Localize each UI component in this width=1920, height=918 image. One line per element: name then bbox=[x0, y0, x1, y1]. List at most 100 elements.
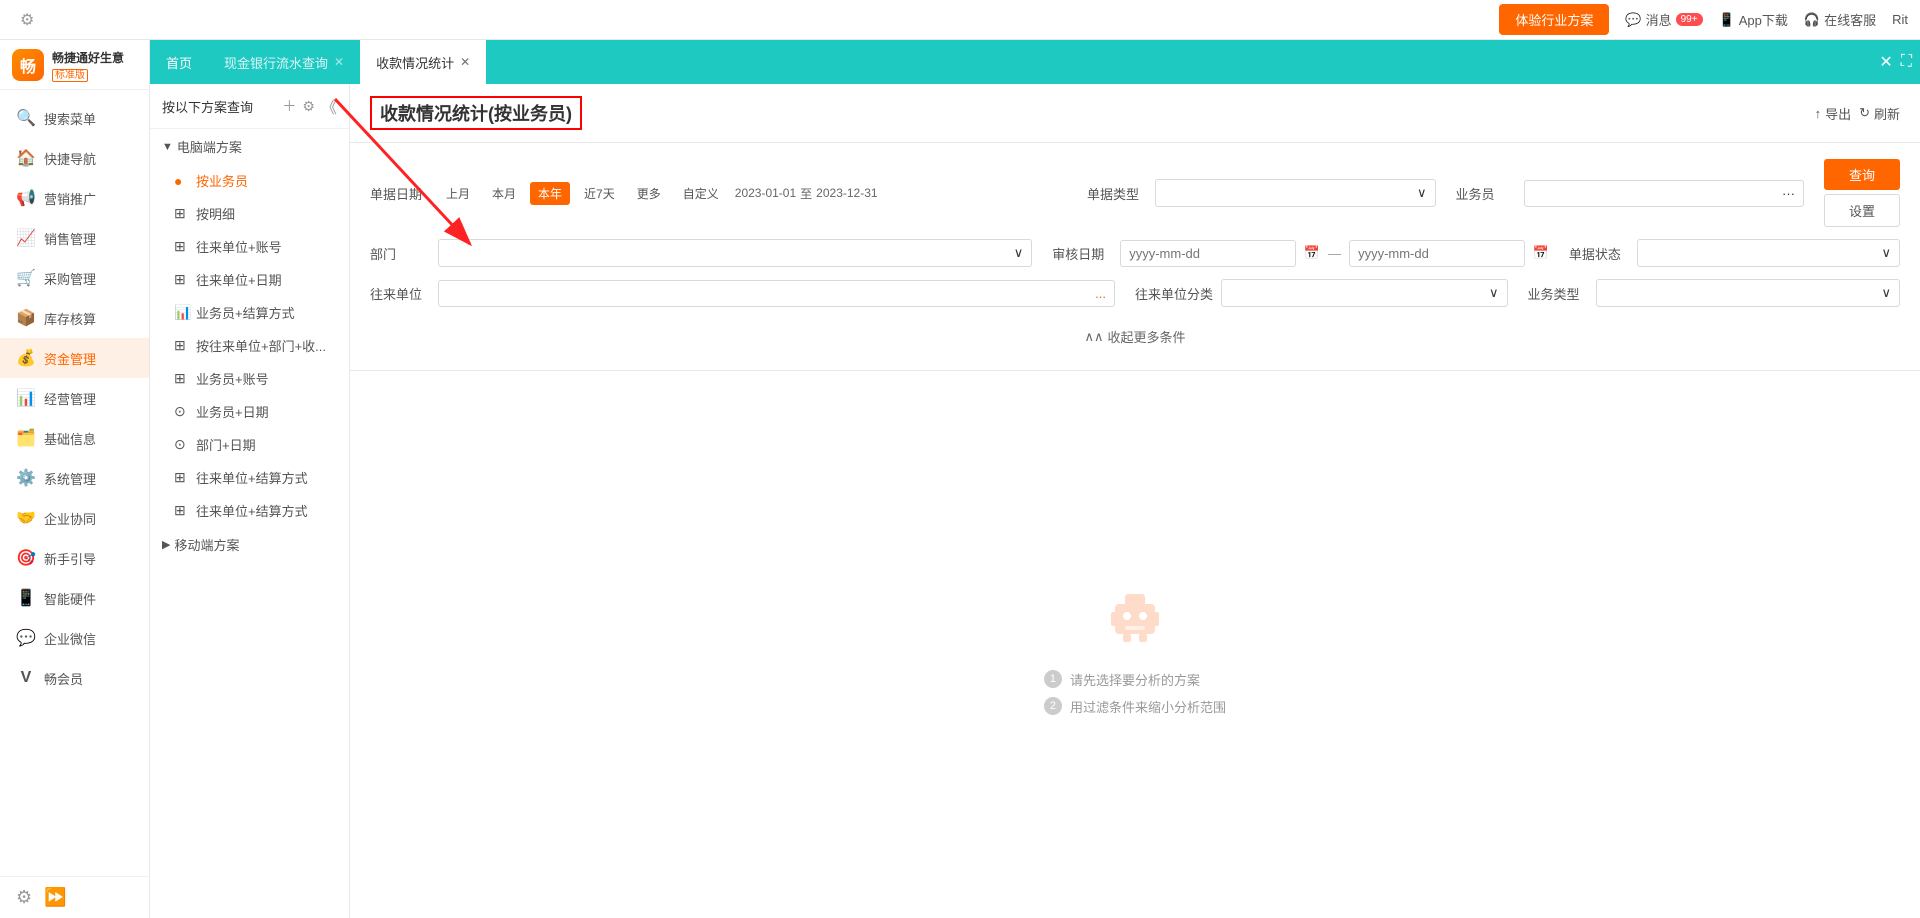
collapse-scheme-icon[interactable]: 《 bbox=[321, 94, 337, 118]
filter-doc-status: 单据状态 ∨ bbox=[1569, 239, 1900, 267]
tab-collection-stats[interactable]: 收款情况统计 ✕ bbox=[360, 40, 486, 84]
main-layout: 畅 畅捷通好生意 标准版 🔍 搜索菜单 🏠 快捷导航 bbox=[0, 40, 1920, 918]
tab-home[interactable]: 首页 bbox=[150, 40, 208, 84]
salesperson-settlement-icon: 📊 bbox=[174, 304, 190, 321]
scheme-mobile-header[interactable]: ▶ 移动端方案 bbox=[150, 527, 349, 562]
scheme-item-unit-settlement2[interactable]: ⊞ 往来单位+结算方式 bbox=[150, 494, 349, 527]
review-date-from-input[interactable] bbox=[1120, 240, 1296, 267]
refresh-button[interactable]: ↻ 刷新 bbox=[1859, 104, 1900, 123]
collapse-sidebar-icon[interactable]: ⏩ bbox=[44, 887, 66, 908]
export-button[interactable]: ↑ 导出 bbox=[1815, 104, 1852, 123]
finance-icon: 💰 bbox=[16, 348, 36, 368]
collapse-more-btn[interactable]: ∧∧ 收起更多条件 bbox=[1076, 319, 1193, 354]
doc-status-chevron: ∨ bbox=[1881, 245, 1891, 261]
filter-row-1: 单据日期 上月 本月 本年 近7天 更多 自定义 bbox=[370, 159, 1900, 227]
sidebar-item-guide[interactable]: 🎯 新手引导 bbox=[0, 538, 149, 578]
add-scheme-icon[interactable]: ＋ bbox=[282, 96, 296, 116]
app-download-action[interactable]: 📱 App下载 bbox=[1719, 10, 1788, 29]
messages-action[interactable]: 💬 消息 99+ bbox=[1625, 10, 1702, 29]
date-last-month[interactable]: 上月 bbox=[438, 182, 478, 205]
expand-icon[interactable]: ⛶ bbox=[1901, 53, 1912, 71]
empty-robot-icon bbox=[1095, 574, 1175, 654]
sidebar-item-sales[interactable]: 📈 销售管理 bbox=[0, 218, 149, 258]
bank-flow-close-icon[interactable]: ✕ bbox=[334, 55, 344, 69]
doc-type-select[interactable]: ∨ bbox=[1155, 179, 1436, 207]
salesperson-select[interactable]: ··· bbox=[1524, 180, 1805, 207]
review-date-to-input[interactable] bbox=[1349, 240, 1525, 267]
sidebar-item-smart-hw[interactable]: 📱 智能硬件 bbox=[0, 578, 149, 618]
online-service-action[interactable]: 🎧 在线客服 bbox=[1804, 10, 1876, 29]
scheme-item-by-detail[interactable]: ⊞ 按明细 bbox=[150, 197, 349, 230]
sidebar-item-purchase[interactable]: 🛒 采购管理 bbox=[0, 258, 149, 298]
dept-select[interactable]: ∨ bbox=[438, 239, 1032, 267]
sidebar-item-label: 资金管理 bbox=[44, 349, 96, 368]
calendar-from-icon[interactable]: 📅 bbox=[1304, 245, 1320, 261]
sidebar-item-search-menu[interactable]: 🔍 搜索菜单 bbox=[0, 98, 149, 138]
business-type-select[interactable]: ∨ bbox=[1596, 279, 1901, 307]
scheme-item-by-salesperson[interactable]: ● 按业务员 bbox=[150, 164, 349, 197]
scheme-desktop-header[interactable]: ▼ 电脑端方案 bbox=[150, 129, 349, 164]
sidebar-item-label: 库存核算 bbox=[44, 309, 96, 328]
date-last-7days[interactable]: 近7天 bbox=[576, 182, 623, 205]
doc-status-select[interactable]: ∨ bbox=[1637, 239, 1900, 267]
sidebar-logo: 畅 畅捷通好生意 标准版 bbox=[0, 40, 149, 90]
sidebar-item-operations[interactable]: 📊 经营管理 bbox=[0, 378, 149, 418]
result-area: 1 请先选择要分析的方案 2 用过滤条件来缩小分析范围 bbox=[350, 371, 1920, 918]
tab-bank-flow[interactable]: 现金银行流水查询 ✕ bbox=[208, 40, 360, 84]
scheme-item-unit-account[interactable]: ⊞ 往来单位+账号 bbox=[150, 230, 349, 263]
filter-row-2: 部门 ∨ 审核日期 📅 — bbox=[370, 239, 1900, 267]
sidebar-item-finance[interactable]: 💰 资金管理 bbox=[0, 338, 149, 378]
scheme-item-unit-dept-collection[interactable]: ⊞ 按往来单位+部门+收... bbox=[150, 329, 349, 362]
sidebar-item-quick-nav[interactable]: 🏠 快捷导航 bbox=[0, 138, 149, 178]
settings-button[interactable]: 设置 bbox=[1824, 194, 1900, 227]
review-date-label: 审核日期 bbox=[1052, 244, 1112, 263]
desktop-arrow-icon: ▼ bbox=[162, 141, 173, 153]
gear-icon[interactable]: ⚙ bbox=[20, 10, 34, 30]
sidebar-item-basic-info[interactable]: 🗂️ 基础信息 bbox=[0, 418, 149, 458]
guide-icon: 🎯 bbox=[16, 548, 36, 568]
operations-icon: 📊 bbox=[16, 388, 36, 408]
scheme-item-unit-settlement1[interactable]: ⊞ 往来单位+结算方式 bbox=[150, 461, 349, 494]
scheme-item-dept-date[interactable]: ⊙ 部门+日期 bbox=[150, 428, 349, 461]
manage-scheme-icon[interactable]: ⚙ bbox=[302, 98, 315, 115]
sidebar-item-inventory[interactable]: 📦 库存核算 bbox=[0, 298, 149, 338]
date-more[interactable]: 更多 bbox=[629, 182, 669, 205]
date-custom[interactable]: 自定义 bbox=[675, 182, 727, 205]
trial-button[interactable]: 体验行业方案 bbox=[1499, 4, 1609, 35]
scheme-item-label: 业务员+结算方式 bbox=[196, 303, 295, 322]
sidebar-item-member[interactable]: V 畅会员 bbox=[0, 658, 149, 698]
scheme-panel: 按以下方案查询 ＋ ⚙ 《 ▼ 电脑端方案 bbox=[150, 84, 350, 918]
topbar-left: ⚙ bbox=[12, 10, 34, 30]
sidebar-item-marketing[interactable]: 📢 营销推广 bbox=[0, 178, 149, 218]
counterpart-category-select[interactable]: ∨ bbox=[1221, 279, 1507, 307]
query-button[interactable]: 查询 bbox=[1824, 159, 1900, 190]
doc-type-chevron: ∨ bbox=[1417, 185, 1427, 201]
sidebar-item-enterprise[interactable]: 🤝 企业协同 bbox=[0, 498, 149, 538]
empty-tip-1: 1 请先选择要分析的方案 bbox=[1044, 670, 1226, 689]
calendar-to-icon[interactable]: 📅 bbox=[1533, 245, 1549, 261]
user-action[interactable]: Rit bbox=[1892, 12, 1908, 27]
collection-stats-close-icon[interactable]: ✕ bbox=[460, 55, 470, 69]
counterpart-more-icon[interactable]: ... bbox=[1095, 286, 1106, 301]
scheme-item-salesperson-date[interactable]: ⊙ 业务员+日期 bbox=[150, 395, 349, 428]
counterpart-select[interactable]: ... bbox=[438, 280, 1115, 307]
unit-date-icon: ⊞ bbox=[174, 271, 190, 288]
sidebar-item-label: 新手引导 bbox=[44, 549, 96, 568]
date-this-year[interactable]: 本年 bbox=[530, 182, 570, 205]
message-icon: 💬 bbox=[1625, 12, 1641, 28]
close-all-tabs-icon[interactable]: ✕ bbox=[1879, 52, 1892, 72]
refresh-icon: ↻ bbox=[1859, 105, 1870, 121]
scheme-item-salesperson-settlement[interactable]: 📊 业务员+结算方式 bbox=[150, 296, 349, 329]
collapse-chevron-icon: ∧∧ bbox=[1084, 329, 1103, 345]
date-this-month[interactable]: 本月 bbox=[484, 182, 524, 205]
settings-icon[interactable]: ⚙ bbox=[16, 887, 32, 908]
sidebar-item-system[interactable]: ⚙️ 系统管理 bbox=[0, 458, 149, 498]
smart-hw-icon: 📱 bbox=[16, 588, 36, 608]
tip-1-text: 请先选择要分析的方案 bbox=[1070, 670, 1200, 689]
dept-chevron: ∨ bbox=[1014, 245, 1024, 261]
scheme-item-salesperson-account[interactable]: ⊞ 业务员+账号 bbox=[150, 362, 349, 395]
filter-counterpart: 往来单位 ... bbox=[370, 280, 1115, 307]
sidebar-item-wechat[interactable]: 💬 企业微信 bbox=[0, 618, 149, 658]
scheme-item-unit-date[interactable]: ⊞ 往来单位+日期 bbox=[150, 263, 349, 296]
date-range-display: 2023-01-01 至 2023-12-31 bbox=[735, 185, 878, 202]
